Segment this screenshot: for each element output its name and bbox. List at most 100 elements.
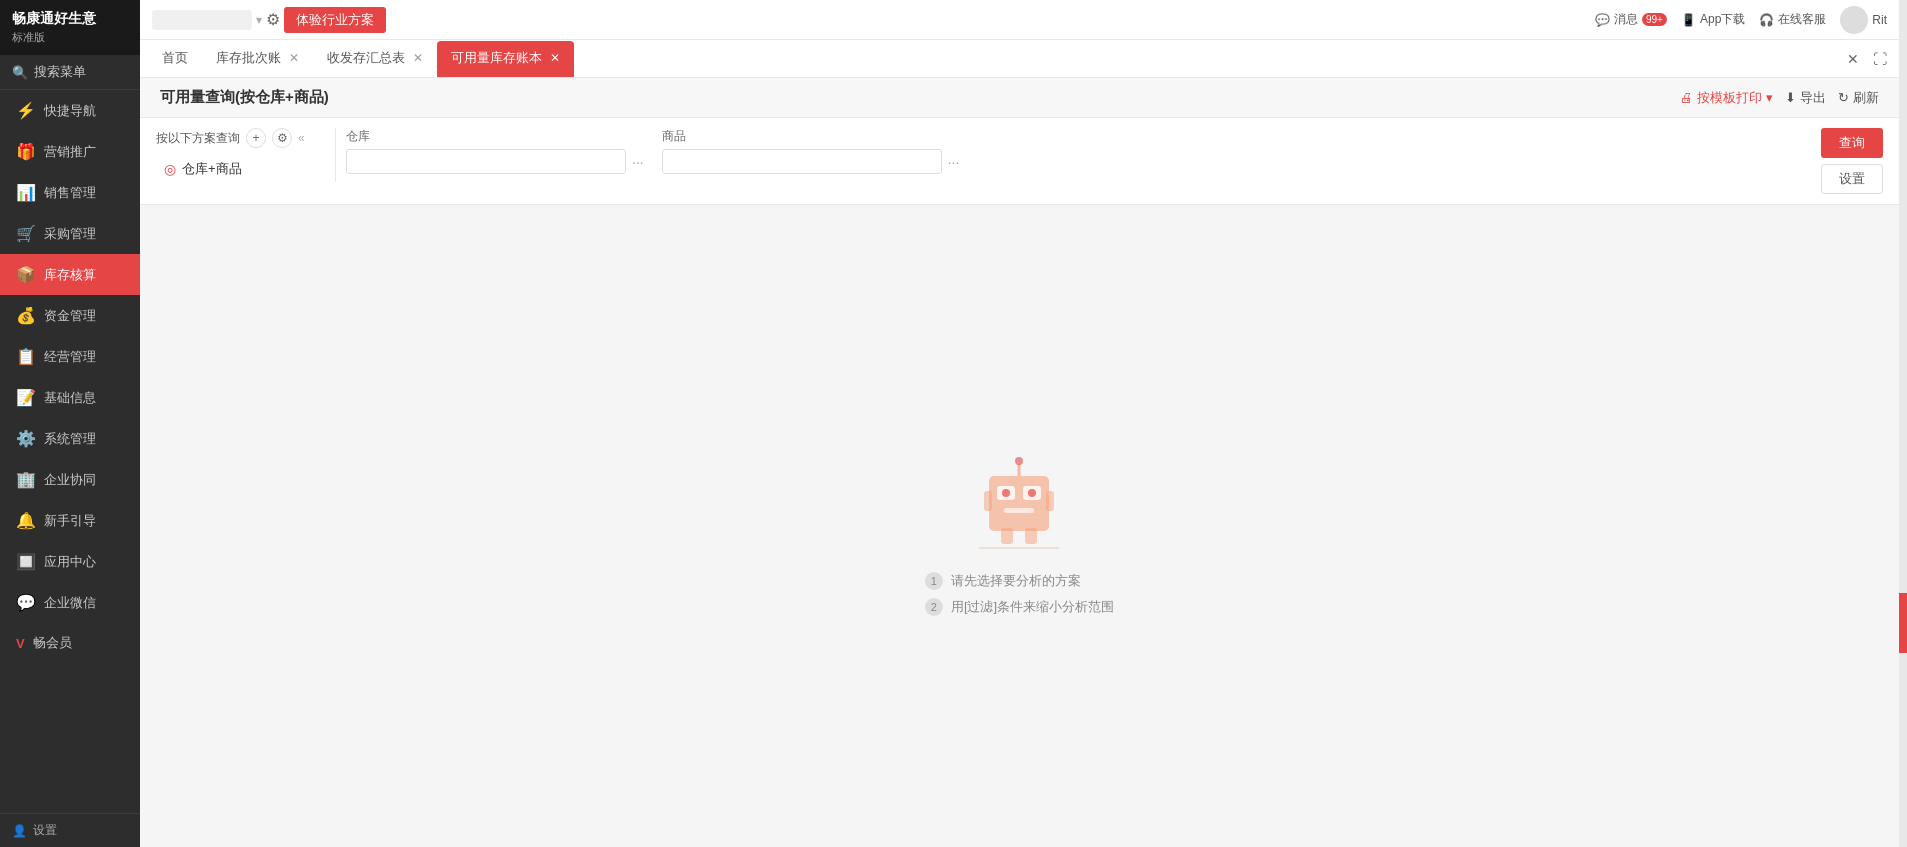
sidebar-item-app-center[interactable]: 🔲 应用中心 [0,541,140,582]
sidebar-item-corp[interactable]: 🏢 企业协同 [0,459,140,500]
app-download-item[interactable]: 📱 App下载 [1681,11,1745,28]
filter-settings-button[interactable]: 设置 [1821,164,1883,194]
sidebar-logo: 畅康通好生意 标准版 [0,0,140,55]
tab-available-inventory-close[interactable]: ✕ [550,51,560,65]
warehouse-field: 仓库 ··· [346,128,646,174]
app-center-icon: 🔲 [16,552,36,571]
empty-state: 1 请先选择要分析的方案 2 用[过滤]条件来缩小分析范围 [925,436,1114,616]
user-info[interactable]: Rit [1840,6,1887,34]
tab-home-label: 首页 [162,49,188,67]
svg-rect-0 [989,476,1049,531]
tab-available-inventory[interactable]: 可用量库存账本 ✕ [437,41,574,77]
page-title: 可用量查询(按仓库+商品) [160,88,329,107]
sidebar-bottom-label: 设置 [33,822,57,839]
svg-rect-9 [1025,528,1037,544]
export-icon: ⬇ [1785,90,1796,105]
logo-sub: 标准版 [12,30,128,45]
empty-tip-2: 2 用[过滤]条件来缩小分析范围 [925,598,1114,616]
tab-batch-account-close[interactable]: ✕ [289,51,299,65]
print-dropdown-icon[interactable]: ▾ [1766,90,1773,105]
tab-recv-summary-close[interactable]: ✕ [413,51,423,65]
scheme-label: 仓库+商品 [182,160,242,178]
add-scheme-button[interactable]: + [246,128,266,148]
tab-recv-summary-label: 收发存汇总表 [327,49,405,67]
notification-item[interactable]: 💬 消息 99+ [1595,11,1667,28]
sidebar-item-system[interactable]: ⚙️ 系统管理 [0,418,140,459]
sidebar-item-label: 企业微信 [44,594,96,612]
sidebar-item-label: 资金管理 [44,307,96,325]
filter-scheme-label: 按以下方案查询 [156,130,240,147]
notification-icon: 💬 [1595,13,1610,27]
marketing-icon: 🎁 [16,142,36,161]
online-service-item[interactable]: 🎧 在线客服 [1759,11,1826,28]
empty-tip-2-text: 用[过滤]条件来缩小分析范围 [951,598,1114,616]
sidebar-item-newbie[interactable]: 🔔 新手引导 [0,500,140,541]
sidebar-item-label: 系统管理 [44,430,96,448]
warehouse-input[interactable] [346,149,626,174]
export-button[interactable]: ⬇ 导出 [1785,89,1826,107]
sidebar-item-purchase[interactable]: 🛒 采购管理 [0,213,140,254]
sidebar-item-quick-nav[interactable]: ⚡ 快捷导航 [0,90,140,131]
sidebar-item-sales[interactable]: 📊 销售管理 [0,172,140,213]
goods-input-wrapper: ··· [662,149,962,174]
avatar [1840,6,1868,34]
sidebar-item-label: 畅会员 [33,634,72,652]
export-label: 导出 [1800,89,1826,107]
sidebar-search[interactable]: 🔍 搜索菜单 [0,55,140,90]
purchase-icon: 🛒 [16,224,36,243]
tab-batch-account[interactable]: 库存批次账 ✕ [202,41,313,77]
svg-point-4 [1028,489,1036,497]
sidebar-item-operations[interactable]: 📋 经营管理 [0,336,140,377]
warehouse-more-button[interactable]: ··· [630,152,646,172]
sidebar-item-corp-wechat[interactable]: 💬 企业微信 [0,582,140,623]
sidebar-item-finance[interactable]: 💰 资金管理 [0,295,140,336]
search-label: 搜索菜单 [34,63,86,81]
page-header: 可用量查询(按仓库+商品) 🖨 按模板打印 ▾ ⬇ 导出 ↻ 刷新 [140,78,1899,118]
sidebar-item-marketing[interactable]: 🎁 营销推广 [0,131,140,172]
right-scrollbar[interactable] [1899,0,1907,847]
sidebar-item-label: 采购管理 [44,225,96,243]
base-info-icon: 📝 [16,388,36,407]
svg-rect-6 [984,491,992,511]
empty-tip-1-text: 请先选择要分析的方案 [951,572,1081,590]
filter-fields: 仓库 ··· 商品 ··· [346,128,1821,174]
filter-scheme: 按以下方案查询 + ⚙ « ◎ 仓库+商品 [156,128,336,182]
goods-input[interactable] [662,149,942,174]
headset-icon: 🎧 [1759,13,1774,27]
sidebar-item-label: 库存核算 [44,266,96,284]
sidebar-item-inventory[interactable]: 📦 库存核算 [0,254,140,295]
print-label: 按模板打印 [1697,89,1762,107]
tab-expand-icon[interactable]: ⛶ [1869,49,1891,69]
sidebar-item-base-info[interactable]: 📝 基础信息 [0,377,140,418]
topbar-breadcrumb: ▾ ⚙ 体验行业方案 [152,7,1587,33]
tab-close-all-icon[interactable]: ✕ [1843,49,1863,69]
finance-icon: 💰 [16,306,36,325]
topbar-search-input[interactable] [152,10,252,30]
topbar-right: 💬 消息 99+ 📱 App下载 🎧 在线客服 Rit [1595,6,1887,34]
search-icon: 🔍 [12,65,28,80]
goods-more-button[interactable]: ··· [946,152,962,172]
sidebar-item-label: 应用中心 [44,553,96,571]
refresh-button[interactable]: ↻ 刷新 [1838,89,1879,107]
operations-icon: 📋 [16,347,36,366]
vip-icon: V [16,636,25,651]
collapse-icon[interactable]: « [298,131,305,145]
sidebar-item-label: 新手引导 [44,512,96,530]
sidebar-item-vip[interactable]: V 畅会员 [0,623,140,663]
tab-home[interactable]: 首页 [148,41,202,77]
tabs-actions: ✕ ⛶ [1843,49,1891,69]
topbar-gear-icon[interactable]: ⚙ [266,10,280,29]
topbar: ▾ ⚙ 体验行业方案 💬 消息 99+ 📱 App下载 🎧 在线客服 Rit [140,0,1899,40]
print-button[interactable]: 🖨 按模板打印 ▾ [1680,89,1773,107]
svg-rect-8 [1001,528,1013,544]
chevron-down-icon: ▾ [256,13,262,27]
inventory-icon: 📦 [16,265,36,284]
tab-recv-summary[interactable]: 收发存汇总表 ✕ [313,41,437,77]
notification-label: 消息 [1614,11,1638,28]
industry-btn[interactable]: 体验行业方案 [284,7,386,33]
main-area: ▾ ⚙ 体验行业方案 💬 消息 99+ 📱 App下载 🎧 在线客服 Rit [140,0,1899,847]
settings-scheme-button[interactable]: ⚙ [272,128,292,148]
query-button[interactable]: 查询 [1821,128,1883,158]
scheme-item-warehouse-goods[interactable]: ◎ 仓库+商品 [156,156,325,182]
sidebar-bottom[interactable]: 👤 设置 [0,813,140,847]
